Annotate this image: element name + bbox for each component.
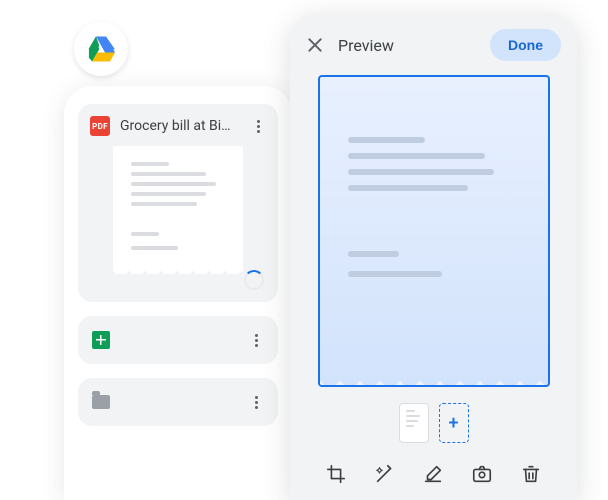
drive-logo-chip <box>74 22 128 76</box>
drive-list-card: PDF Grocery bill at Bi… <box>64 86 292 500</box>
done-button[interactable]: Done <box>490 29 561 61</box>
sheets-icon <box>92 331 110 349</box>
file-more-button[interactable] <box>248 334 264 347</box>
file-thumbnail <box>113 146 243 274</box>
erase-icon[interactable] <box>422 463 444 485</box>
close-icon[interactable] <box>306 36 324 54</box>
google-drive-icon <box>87 35 115 63</box>
list-item[interactable] <box>78 316 278 364</box>
file-more-button[interactable] <box>248 396 264 409</box>
retake-icon[interactable] <box>471 463 493 485</box>
page-thumbnail[interactable] <box>399 403 429 443</box>
delete-icon[interactable] <box>520 463 542 485</box>
scan-toolbar <box>306 448 561 500</box>
file-more-button[interactable] <box>250 120 266 133</box>
scan-frame[interactable] <box>318 75 550 387</box>
scan-preview-card: Preview Done + <box>290 13 577 500</box>
auto-enhance-icon[interactable] <box>374 463 396 485</box>
upload-spinner-icon <box>244 270 264 290</box>
crop-rotate-icon[interactable] <box>325 463 347 485</box>
page-title: Preview <box>338 36 476 55</box>
folder-icon <box>92 395 110 409</box>
list-item[interactable] <box>78 378 278 426</box>
pdf-icon: PDF <box>90 116 110 136</box>
file-title: Grocery bill at Bi… <box>120 118 240 134</box>
add-page-button[interactable]: + <box>439 403 469 443</box>
file-card[interactable]: PDF Grocery bill at Bi… <box>78 104 278 302</box>
